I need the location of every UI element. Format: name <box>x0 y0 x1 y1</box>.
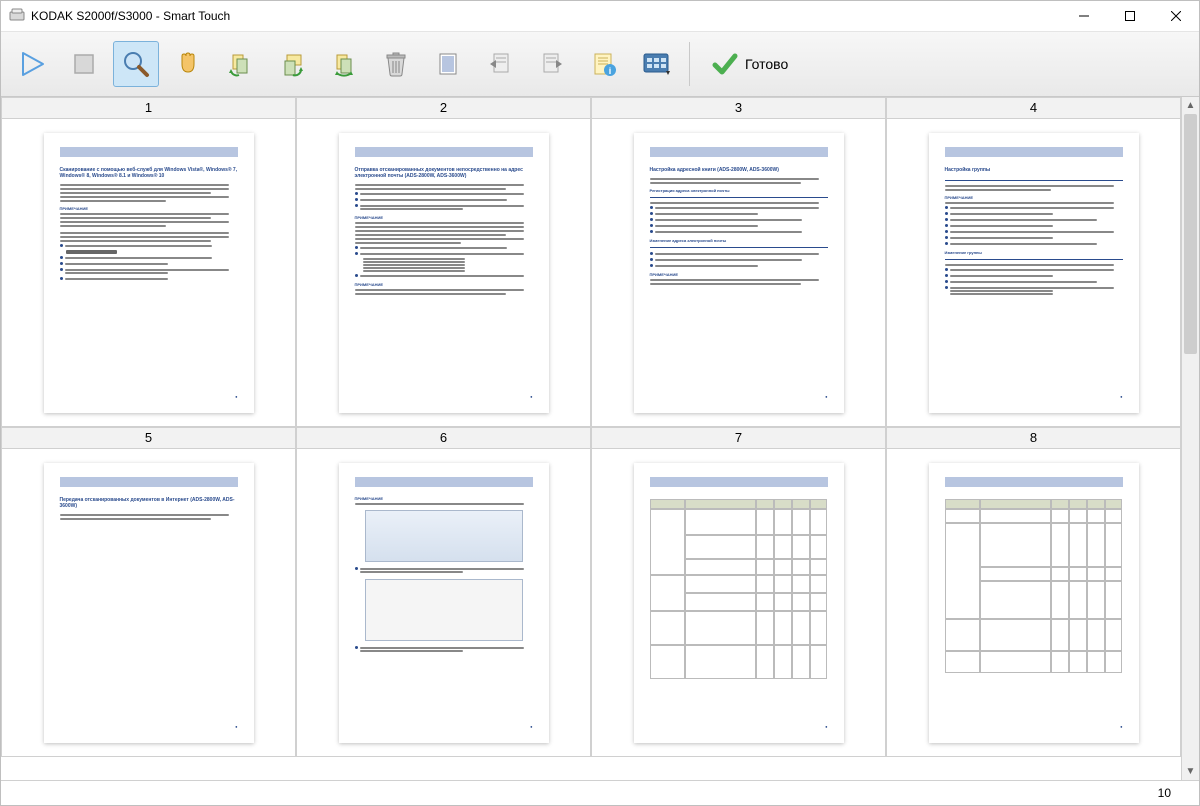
page-number: 5 <box>2 428 295 449</box>
done-label: Готово <box>745 56 788 72</box>
thumbnail-grid: 1 Сканирование с помощью веб-служб для W… <box>1 97 1181 780</box>
page-number: 3 <box>592 98 885 119</box>
rescan-after-button[interactable] <box>529 41 575 87</box>
done-button[interactable]: Готово <box>700 41 799 87</box>
stop-button[interactable] <box>61 41 107 87</box>
vertical-scrollbar[interactable]: ▲ ▼ <box>1181 97 1199 780</box>
rotate-180-button[interactable] <box>321 41 367 87</box>
content-area: 1 Сканирование с помощью веб-служб для W… <box>1 97 1199 780</box>
page-count: 10 <box>1158 786 1171 800</box>
scan-button[interactable] <box>9 41 55 87</box>
title-bar: KODAK S2000f/S3000 - Smart Touch <box>1 1 1199 32</box>
thumbnail-cell[interactable]: 3 Настройка адресной книги (ADS-2800W, A… <box>591 97 886 427</box>
toolbar-separator <box>689 42 690 86</box>
blank-page-button[interactable] <box>425 41 471 87</box>
main-toolbar: i Готово <box>1 32 1199 97</box>
app-icon <box>9 8 25 24</box>
thumbnail-cell[interactable]: 5 Передача отсканированных документов в … <box>1 427 296 757</box>
svg-text:i: i <box>609 66 612 76</box>
page-number: 2 <box>297 98 590 119</box>
page-number: 1 <box>2 98 295 119</box>
scroll-down-icon[interactable]: ▼ <box>1182 763 1199 780</box>
thumbnail-cell[interactable]: 2 Отправка отсканированных документов не… <box>296 97 591 427</box>
thumbnail-cell[interactable]: 6 ПРИМЕЧАНИЕ ● <box>296 427 591 757</box>
rescan-before-button[interactable] <box>477 41 523 87</box>
scroll-thumb[interactable] <box>1184 114 1197 354</box>
view-grid-button[interactable] <box>633 41 679 87</box>
page-number: 4 <box>887 98 1180 119</box>
rotate-cw-button[interactable] <box>269 41 315 87</box>
delete-button[interactable] <box>373 41 419 87</box>
status-bar: 10 <box>1 780 1199 805</box>
page-number: 8 <box>887 428 1180 449</box>
page-number: 6 <box>297 428 590 449</box>
page-number: 7 <box>592 428 885 449</box>
thumbnail-cell[interactable]: 1 Сканирование с помощью веб-служб для W… <box>1 97 296 427</box>
info-button[interactable]: i <box>581 41 627 87</box>
app-window: KODAK S2000f/S3000 - Smart Touch <box>0 0 1200 806</box>
pan-button[interactable] <box>165 41 211 87</box>
maximize-button[interactable] <box>1107 1 1153 31</box>
thumbnail-cell[interactable]: 4 Настройка группы ПРИМЕЧАНИЕ <box>886 97 1181 427</box>
zoom-button[interactable] <box>113 41 159 87</box>
thumbnail-cell[interactable]: 8 ● <box>886 427 1181 757</box>
window-title: KODAK S2000f/S3000 - Smart Touch <box>31 9 230 23</box>
minimize-button[interactable] <box>1061 1 1107 31</box>
thumbnail-cell[interactable]: 7 ● <box>591 427 886 757</box>
scroll-up-icon[interactable]: ▲ <box>1182 97 1199 114</box>
close-button[interactable] <box>1153 1 1199 31</box>
rotate-ccw-button[interactable] <box>217 41 263 87</box>
